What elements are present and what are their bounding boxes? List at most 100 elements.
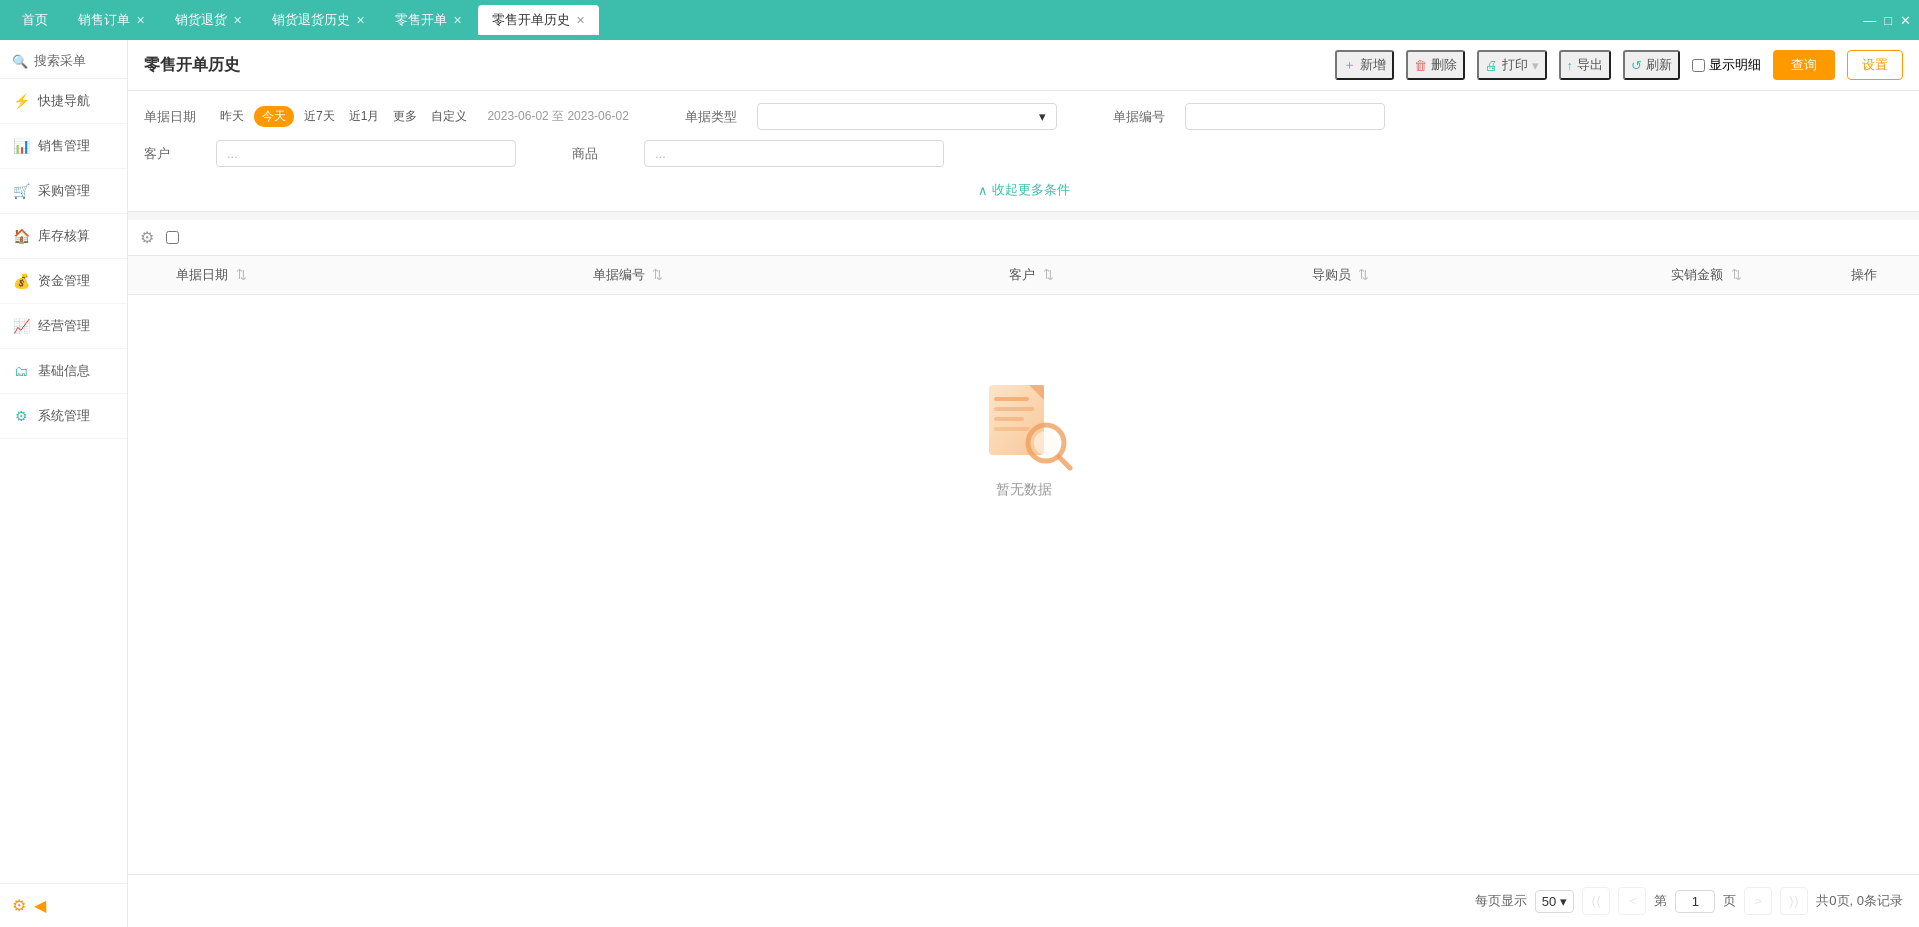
tab-close-sales-order[interactable]: ✕: [136, 14, 145, 27]
sort-amount-icon: ⇅: [1731, 267, 1742, 282]
th-checkbox: [128, 256, 164, 295]
date-opt-more[interactable]: 更多: [389, 106, 421, 127]
table-toolbar: ⚙: [128, 220, 1919, 256]
date-options: 昨天 今天 近7天 近1月 更多 自定义: [216, 106, 471, 127]
sidebar-item-operation[interactable]: 📈 经营管理: [0, 304, 127, 349]
tab-sales-return-history[interactable]: 销货退货历史 ✕: [258, 5, 379, 35]
tab-close-retail-open[interactable]: ✕: [453, 14, 462, 27]
sidebar-item-purchase[interactable]: 🛒 采购管理: [0, 169, 127, 214]
sidebar: 🔍 搜索采单 ⚡ 快捷导航 📊 销售管理 🛒 采购管理 🏠 库存核算 💰 资金管…: [0, 40, 128, 927]
date-opt-yesterday[interactable]: 昨天: [216, 106, 248, 127]
shortcuts-icon: ⚡: [12, 93, 30, 109]
tab-close-retail-open-history[interactable]: ✕: [576, 14, 585, 27]
operation-icon: 📈: [12, 318, 30, 334]
sidebar-item-sales[interactable]: 📊 销售管理: [0, 124, 127, 169]
date-opt-custom[interactable]: 自定义: [427, 106, 471, 127]
purchase-label: 采购管理: [38, 182, 90, 200]
collapse-more-btn[interactable]: ∧ 收起更多条件: [144, 177, 1903, 203]
sort-salesperson-icon: ⇅: [1358, 267, 1369, 282]
basic-label: 基础信息: [38, 362, 90, 380]
tab-sales-order[interactable]: 销售订单 ✕: [64, 5, 159, 35]
date-opt-1month[interactable]: 近1月: [345, 106, 384, 127]
inventory-icon: 🏠: [12, 228, 30, 244]
sidebar-item-inventory[interactable]: 🏠 库存核算: [0, 214, 127, 259]
filter-row-1: 单据日期 昨天 今天 近7天 近1月 更多 自定义 2023-06-02 至 2…: [144, 103, 1903, 130]
th-customer[interactable]: 客户 ⇅: [997, 256, 1299, 295]
chevron-down-icon: ▾: [1039, 109, 1046, 124]
empty-svg: [974, 375, 1084, 475]
sort-docno-icon: ⇅: [652, 267, 663, 282]
th-docno[interactable]: 单据编号 ⇅: [581, 256, 998, 295]
query-button[interactable]: 查询: [1773, 50, 1835, 80]
doc-type-select[interactable]: ▾: [757, 103, 1057, 130]
system-label: 系统管理: [38, 407, 90, 425]
refresh-button[interactable]: ↺ 刷新: [1623, 50, 1680, 80]
display-detail-toggle[interactable]: 显示明细: [1692, 56, 1761, 74]
sidebar-item-finance[interactable]: 💰 资金管理: [0, 259, 127, 304]
close-btn-window[interactable]: ✕: [1900, 13, 1911, 28]
delete-button[interactable]: 🗑 删除: [1406, 50, 1465, 80]
sidebar-gear-icon[interactable]: ⚙: [12, 896, 26, 915]
shortcuts-label: 快捷导航: [38, 92, 90, 110]
prev-page-btn[interactable]: ＜: [1618, 887, 1646, 915]
print-button[interactable]: 🖨 打印 ▾: [1477, 50, 1547, 80]
filter-section: 单据日期 昨天 今天 近7天 近1月 更多 自定义 2023-06-02 至 2…: [128, 91, 1919, 212]
filter-row-2: 客户 ... 商品 ...: [144, 140, 1903, 167]
search-icon: 🔍: [12, 54, 28, 69]
sidebar-collapse-icon[interactable]: ◀: [34, 896, 46, 915]
sort-date-icon: ⇅: [236, 267, 247, 282]
sidebar-item-shortcuts[interactable]: ⚡ 快捷导航: [0, 79, 127, 124]
tab-retail-open[interactable]: 零售开单 ✕: [381, 5, 476, 35]
collapse-more-label: 收起更多条件: [992, 181, 1070, 199]
add-button[interactable]: ＋ 新增: [1335, 50, 1394, 80]
svg-line-7: [1059, 457, 1070, 468]
next-page-btn[interactable]: ＞: [1744, 887, 1772, 915]
refresh-icon: ↺: [1631, 58, 1642, 73]
doc-no-label: 单据编号: [1113, 108, 1169, 126]
total-info: 共0页, 0条记录: [1816, 892, 1903, 910]
maximize-btn[interactable]: □: [1884, 13, 1892, 28]
sidebar-item-basic[interactable]: 🗂 基础信息: [0, 349, 127, 394]
sidebar-search-label: 搜索采单: [34, 52, 86, 70]
svg-rect-1: [994, 397, 1029, 401]
tab-retail-open-history[interactable]: 零售开单历史 ✕: [478, 5, 599, 35]
th-amount[interactable]: 实销金额 ⇅: [1659, 256, 1839, 295]
product-input[interactable]: ...: [644, 140, 944, 167]
sales-icon: 📊: [12, 138, 30, 154]
th-actions: 操作: [1839, 256, 1919, 295]
date-label: 单据日期: [144, 108, 200, 126]
purchase-icon: 🛒: [12, 183, 30, 199]
tab-close-sales-return-history[interactable]: ✕: [356, 14, 365, 27]
sidebar-item-system[interactable]: ⚙ 系统管理: [0, 394, 127, 439]
settings-button[interactable]: 设置: [1847, 50, 1903, 80]
first-page-btn[interactable]: ⟨⟨: [1582, 887, 1610, 915]
svg-rect-4: [994, 427, 1030, 431]
content-area: 零售开单历史 ＋ 新增 🗑 删除 🖨 打印 ▾ ↑ 导出: [128, 40, 1919, 927]
export-button[interactable]: ↑ 导出: [1559, 50, 1612, 80]
pagination-bar: 每页显示 50 ▾ ⟨⟨ ＜ 第 1 页 ＞ ⟩⟩ 共0页, 0条记录: [128, 874, 1919, 927]
page-size-select[interactable]: 50 ▾: [1535, 890, 1574, 913]
th-date[interactable]: 单据日期 ⇅: [164, 256, 581, 295]
select-all-checkbox[interactable]: [166, 231, 179, 244]
customer-input[interactable]: ...: [216, 140, 516, 167]
tab-sales-return[interactable]: 销货退货 ✕: [161, 5, 256, 35]
th-salesperson[interactable]: 导购员 ⇅: [1300, 256, 1659, 295]
date-opt-7days[interactable]: 近7天: [300, 106, 339, 127]
date-opt-today[interactable]: 今天: [254, 106, 294, 127]
doc-no-input[interactable]: [1185, 103, 1385, 130]
tab-home[interactable]: 首页: [8, 5, 62, 35]
finance-icon: 💰: [12, 273, 30, 289]
page-number-input[interactable]: 1: [1675, 890, 1715, 913]
page-header: 零售开单历史 ＋ 新增 🗑 删除 🖨 打印 ▾ ↑ 导出: [128, 40, 1919, 91]
doc-type-label: 单据类型: [685, 108, 741, 126]
table-header-row: 单据日期 ⇅ 单据编号 ⇅ 客户 ⇅ 导购员 ⇅: [128, 256, 1919, 295]
last-page-btn[interactable]: ⟩⟩: [1780, 887, 1808, 915]
display-detail-checkbox[interactable]: [1692, 59, 1705, 72]
inventory-label: 库存核算: [38, 227, 90, 245]
tab-close-sales-return[interactable]: ✕: [233, 14, 242, 27]
empty-text: 暂无数据: [996, 481, 1052, 499]
minimize-btn[interactable]: —: [1863, 13, 1876, 28]
data-table: 单据日期 ⇅ 单据编号 ⇅ 客户 ⇅ 导购员 ⇅: [128, 256, 1919, 579]
sidebar-search[interactable]: 🔍 搜索采单: [0, 40, 127, 79]
column-settings-icon[interactable]: ⚙: [140, 228, 154, 247]
